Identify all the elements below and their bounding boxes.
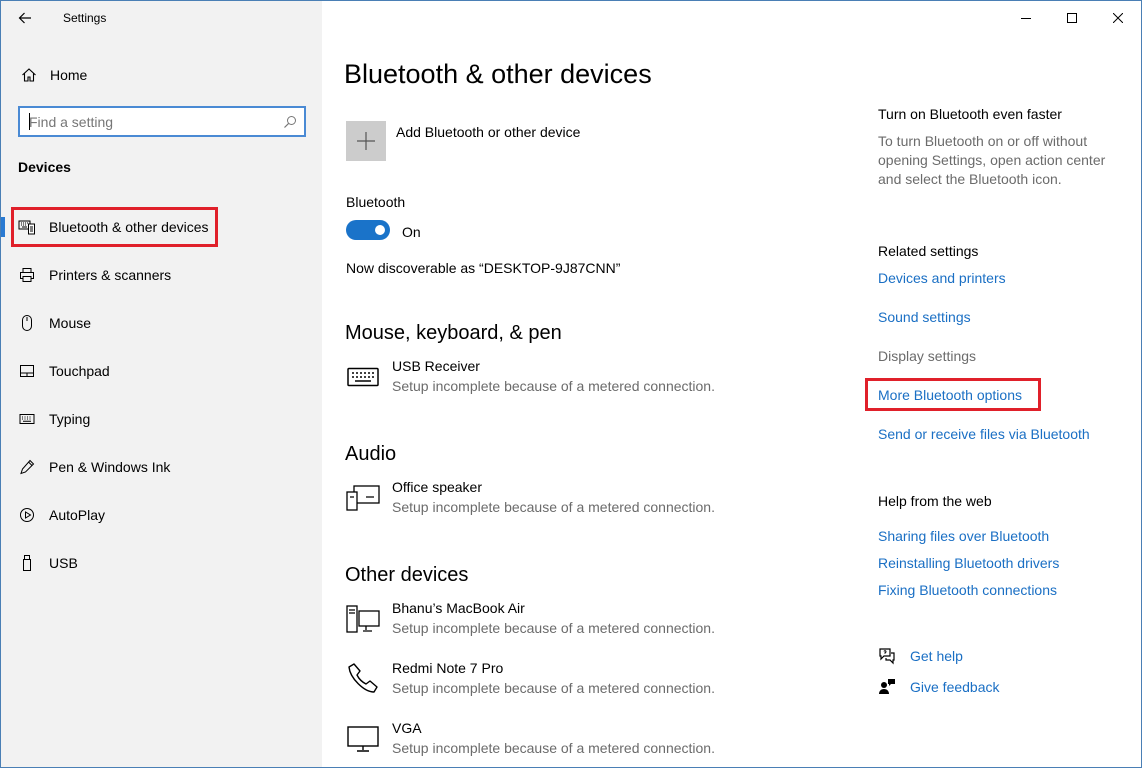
link-display-settings[interactable]: Display settings <box>878 348 976 364</box>
title-bar: Settings <box>1 1 322 35</box>
main-content: Bluetooth & other devices Add Bluetooth … <box>322 1 842 767</box>
sidebar: Settings Home Devices <box>1 1 322 767</box>
device-status: Setup incomplete because of a metered co… <box>392 499 715 515</box>
search-box[interactable] <box>18 106 306 137</box>
device-name: USB Receiver <box>392 358 480 374</box>
sidebar-item-label: USB <box>49 555 78 571</box>
chat-help-icon <box>878 647 896 665</box>
sidebar-item-label: Touchpad <box>49 363 110 379</box>
device-item[interactable]: Redmi Note 7 Pro Setup incomplete becaus… <box>346 660 826 704</box>
keyboard-icon <box>346 360 380 394</box>
sidebar-item-mouse[interactable]: Mouse <box>1 299 322 347</box>
get-help-link[interactable]: Get help <box>878 647 963 665</box>
pen-icon <box>17 459 37 475</box>
sidebar-item-autoplay[interactable]: AutoPlay <box>1 491 322 539</box>
mouse-icon <box>17 314 37 332</box>
home-label: Home <box>50 67 88 83</box>
group-title-other: Other devices <box>345 564 469 586</box>
toggle-knob <box>375 225 385 235</box>
speaker-device-icon <box>346 481 380 515</box>
search-icon[interactable] <box>276 115 304 129</box>
sidebar-home[interactable]: Home <box>1 61 322 89</box>
plus-icon <box>357 132 375 150</box>
give-feedback-label: Give feedback <box>910 679 1000 695</box>
sidebar-item-label: Pen & Windows Ink <box>49 459 171 475</box>
sidebar-item-label: AutoPlay <box>49 507 106 523</box>
related-settings-title: Related settings <box>878 243 979 259</box>
printer-icon <box>17 267 37 283</box>
link-reinstalling-drivers[interactable]: Reinstalling Bluetooth drivers <box>878 555 1059 571</box>
add-device-button[interactable] <box>346 121 386 161</box>
link-sharing-files[interactable]: Sharing files over Bluetooth <box>878 528 1049 544</box>
bluetooth-label: Bluetooth <box>346 194 406 210</box>
keyboard-icon <box>17 413 37 425</box>
settings-window: Settings Home Devices <box>0 0 1142 768</box>
sidebar-item-label: Mouse <box>49 315 92 331</box>
add-device-label[interactable]: Add Bluetooth or other device <box>396 124 580 140</box>
section-title: Devices <box>18 159 71 175</box>
computer-icon <box>346 602 380 636</box>
home-icon <box>19 67 39 83</box>
faster-title: Turn on Bluetooth even faster <box>878 106 1062 122</box>
back-button[interactable] <box>1 1 49 35</box>
sidebar-item-bluetooth[interactable]: Bluetooth & other devices <box>1 203 322 251</box>
device-item[interactable]: VGA Setup incomplete because of a metere… <box>346 720 826 764</box>
autoplay-icon <box>17 507 37 523</box>
touchpad-icon <box>17 364 37 378</box>
sidebar-item-usb[interactable]: USB <box>1 539 322 587</box>
app-title: Settings <box>63 11 107 25</box>
search-input[interactable] <box>20 108 276 135</box>
back-arrow-icon <box>18 12 31 24</box>
sidebar-item-pen[interactable]: Pen & Windows Ink <box>1 443 322 491</box>
group-title-audio: Audio <box>345 443 397 465</box>
sidebar-item-label: Typing <box>49 411 91 427</box>
bluetooth-devices-icon <box>17 219 37 235</box>
monitor-icon <box>346 722 380 756</box>
link-more-bluetooth-options[interactable]: More Bluetooth options <box>878 387 1022 403</box>
sidebar-item-label: Bluetooth & other devices <box>49 219 209 235</box>
link-fixing-connections[interactable]: Fixing Bluetooth connections <box>878 582 1057 598</box>
bluetooth-state: On <box>402 224 421 240</box>
link-devices-printers[interactable]: Devices and printers <box>878 270 1006 286</box>
text-caret <box>29 113 30 130</box>
sidebar-nav: Bluetooth & other devices Printers & sca… <box>1 203 322 587</box>
device-status: Setup incomplete because of a metered co… <box>392 680 715 696</box>
sidebar-item-typing[interactable]: Typing <box>1 395 322 443</box>
group-title-input: Mouse, keyboard, & pen <box>345 322 562 344</box>
device-name: Bhanu’s MacBook Air <box>392 600 525 616</box>
link-sound-settings[interactable]: Sound settings <box>878 309 971 325</box>
phone-icon <box>346 662 380 696</box>
link-send-receive-files[interactable]: Send or receive files via Bluetooth <box>878 426 1090 442</box>
device-status: Setup incomplete because of a metered co… <box>392 620 715 636</box>
bluetooth-toggle[interactable] <box>346 220 390 240</box>
usb-icon <box>17 554 37 572</box>
device-name: Office speaker <box>392 479 483 495</box>
sidebar-item-label: Printers & scanners <box>49 267 172 283</box>
discoverable-text: Now discoverable as “DESKTOP-9J87CNN” <box>346 260 621 276</box>
give-feedback-link[interactable]: Give feedback <box>878 678 1000 696</box>
device-item[interactable]: Office speaker Setup incomplete because … <box>346 479 826 523</box>
device-item[interactable]: Bhanu’s MacBook Air Setup incomplete bec… <box>346 600 826 644</box>
get-help-label: Get help <box>910 648 963 664</box>
device-name: VGA <box>392 720 422 736</box>
device-item[interactable]: USB Receiver Setup incomplete because of… <box>346 358 826 402</box>
page-title: Bluetooth & other devices <box>344 59 652 89</box>
related-pane: Turn on Bluetooth even faster To turn Bl… <box>878 1 1138 767</box>
device-status: Setup incomplete because of a metered co… <box>392 740 715 756</box>
device-name: Redmi Note 7 Pro <box>392 660 504 676</box>
faster-description: To turn Bluetooth on or off without open… <box>878 133 1106 187</box>
device-status: Setup incomplete because of a metered co… <box>392 378 715 394</box>
sidebar-item-printers[interactable]: Printers & scanners <box>1 251 322 299</box>
help-web-title: Help from the web <box>878 493 992 509</box>
feedback-icon <box>878 678 896 696</box>
sidebar-item-touchpad[interactable]: Touchpad <box>1 347 322 395</box>
